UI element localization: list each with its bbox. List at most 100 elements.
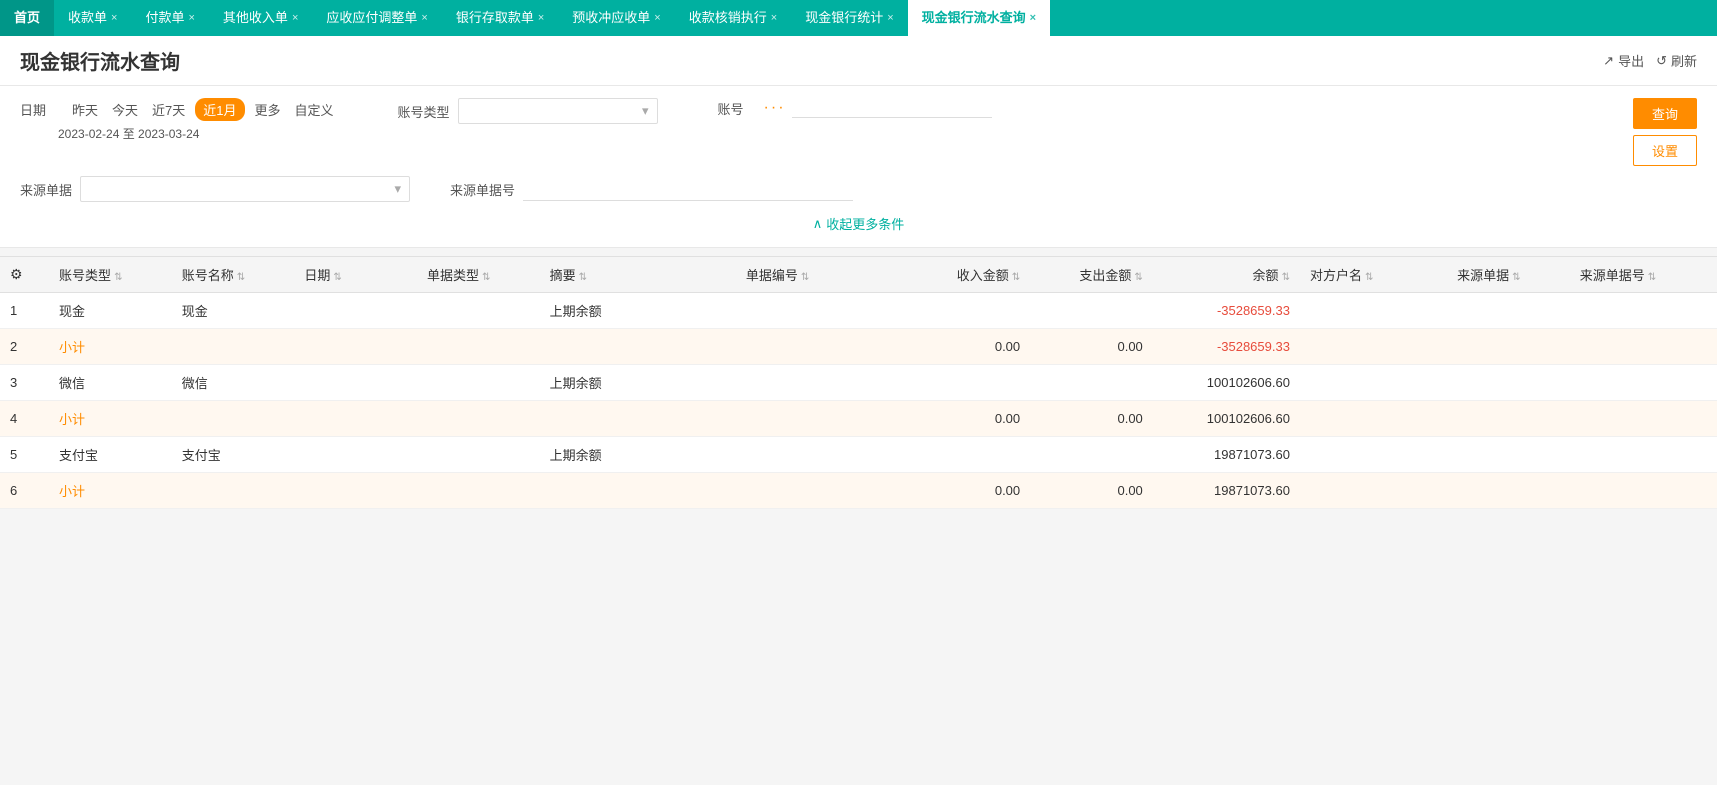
sort-icon[interactable]: ⇅ <box>1512 272 1520 283</box>
balance-cell: -3528659.33 <box>1153 293 1300 329</box>
table-body: 1 现金 现金 上期余额 -3528659.33 2 小计 0.00 0.00 … <box>0 293 1717 509</box>
nav-item-yingshouyingfu[interactable]: 应收应付调整单 × <box>312 0 441 36</box>
table-row[interactable]: 5 支付宝 支付宝 上期余额 19871073.60 <box>0 437 1717 473</box>
table-row[interactable]: 1 现金 现金 上期余额 -3528659.33 <box>0 293 1717 329</box>
close-icon[interactable]: × <box>887 0 893 36</box>
col-summary: 摘要⇅ <box>540 257 736 293</box>
acct-type-select[interactable]: ▾ <box>458 98 658 124</box>
query-button[interactable]: 查询 <box>1633 98 1697 129</box>
row-number: 1 <box>0 293 49 329</box>
nav-item-xianjintongji[interactable]: 现金银行统计 × <box>791 0 907 36</box>
sort-icon[interactable]: ⇅ <box>114 272 122 283</box>
sort-icon[interactable]: ⇅ <box>1012 272 1020 283</box>
nav-home[interactable]: 首页 <box>0 0 54 36</box>
date-btn-yesterday[interactable]: 昨天 <box>68 98 102 121</box>
sort-icon[interactable]: ⇅ <box>579 272 587 283</box>
export-button[interactable]: ↗ 导出 <box>1603 51 1644 70</box>
acct-type-cell: 小计 <box>49 329 172 365</box>
src-doc-no-cell <box>1570 473 1717 509</box>
summary-cell <box>540 401 736 437</box>
src-doc-no-cell <box>1570 329 1717 365</box>
nav-item-liushui[interactable]: 现金银行流水查询 × <box>908 0 1050 36</box>
src-doc-cell <box>1447 329 1570 365</box>
row-number: 5 <box>0 437 49 473</box>
table-row[interactable]: 4 小计 0.00 0.00 100102606.60 <box>0 401 1717 437</box>
date-cell <box>294 401 417 437</box>
acct-name-cell: 微信 <box>172 365 295 401</box>
col-acct-name: 账号名称⇅ <box>172 257 295 293</box>
nav-item-shoukuanzhixing[interactable]: 收款核销执行 × <box>675 0 791 36</box>
col-src-doc-no: 来源单据号⇅ <box>1570 257 1717 293</box>
date-btn-1month[interactable]: 近1月 <box>195 98 244 121</box>
collapse-bar[interactable]: ∧ 收起更多条件 <box>20 210 1697 235</box>
date-btn-today[interactable]: 今天 <box>108 98 142 121</box>
expense-cell <box>1030 437 1153 473</box>
date-btn-7days[interactable]: 近7天 <box>148 98 189 121</box>
nav-item-shoukuandan[interactable]: 收款单 × <box>54 0 131 36</box>
acct-type-cell: 微信 <box>49 365 172 401</box>
table-header-row: ⚙ 账号类型⇅ 账号名称⇅ 日期⇅ 单据类型⇅ 摘要⇅ 单据编号 <box>0 257 1717 293</box>
src-doc-select[interactable]: ▾ <box>80 176 410 202</box>
col-expense: 支出金额⇅ <box>1030 257 1153 293</box>
src-doc-cell <box>1447 401 1570 437</box>
expense-cell: 0.00 <box>1030 473 1153 509</box>
date-btn-more[interactable]: 更多 <box>251 98 285 121</box>
close-icon[interactable]: × <box>654 0 660 36</box>
close-icon[interactable]: × <box>111 0 117 36</box>
row-number: 3 <box>0 365 49 401</box>
close-icon[interactable]: × <box>292 0 298 36</box>
src-doc-cell <box>1447 473 1570 509</box>
sort-icon[interactable]: ⇅ <box>1648 272 1656 283</box>
income-cell <box>908 293 1031 329</box>
date-btn-custom[interactable]: 自定义 <box>291 98 338 121</box>
counterpart-cell <box>1300 401 1447 437</box>
doc-type-cell <box>417 473 540 509</box>
sort-icon[interactable]: ⇅ <box>1134 272 1142 283</box>
nav-item-qitashouru[interactable]: 其他收入单 × <box>209 0 312 36</box>
src-doc-no-label: 来源单据号 <box>450 180 515 199</box>
sort-icon[interactable]: ⇅ <box>333 272 341 283</box>
acct-type-cell: 小计 <box>49 473 172 509</box>
sort-icon[interactable]: ⇅ <box>482 272 490 283</box>
close-icon[interactable]: × <box>421 0 427 36</box>
src-doc-no-input[interactable] <box>523 177 853 201</box>
acct-no-input[interactable] <box>792 98 992 118</box>
sort-icon[interactable]: ⇅ <box>237 272 245 283</box>
sort-icon[interactable]: ⇅ <box>801 272 809 283</box>
date-cell <box>294 365 417 401</box>
col-counterpart: 对方户名⇅ <box>1300 257 1447 293</box>
chevron-up-icon: ∧ <box>813 216 823 232</box>
col-date: 日期⇅ <box>294 257 417 293</box>
expense-cell: 0.00 <box>1030 401 1153 437</box>
counterpart-cell <box>1300 437 1447 473</box>
sort-icon[interactable]: ⇅ <box>1365 272 1373 283</box>
income-cell: 0.00 <box>908 329 1031 365</box>
nav-item-yinhangcunqu[interactable]: 银行存取款单 × <box>442 0 558 36</box>
doc-type-cell <box>417 437 540 473</box>
close-icon[interactable]: × <box>1030 0 1036 36</box>
table-row[interactable]: 6 小计 0.00 0.00 19871073.60 <box>0 473 1717 509</box>
col-doc-no: 单据编号⇅ <box>736 257 908 293</box>
filter-area: 日期 昨天 今天 近7天 近1月 更多 自定义 2023-02-24 至 202… <box>0 86 1717 248</box>
counterpart-cell <box>1300 329 1447 365</box>
table-row[interactable]: 2 小计 0.00 0.00 -3528659.33 <box>0 329 1717 365</box>
close-icon[interactable]: × <box>188 0 194 36</box>
gear-icon[interactable]: ⚙ <box>10 266 23 282</box>
acct-name-cell: 现金 <box>172 293 295 329</box>
summary-cell: 上期余额 <box>540 437 736 473</box>
refresh-button[interactable]: ↺ 刷新 <box>1656 51 1697 70</box>
sort-icon[interactable]: ⇅ <box>1282 272 1290 283</box>
table-row[interactable]: 3 微信 微信 上期余额 100102606.60 <box>0 365 1717 401</box>
nav-item-yushoubiao[interactable]: 预收冲应收单 × <box>558 0 674 36</box>
settings-button[interactable]: 设置 <box>1633 135 1697 166</box>
balance-cell: 19871073.60 <box>1153 473 1300 509</box>
nav-item-fukuandan[interactable]: 付款单 × <box>131 0 208 36</box>
src-doc-no-cell <box>1570 365 1717 401</box>
acct-name-cell <box>172 401 295 437</box>
acct-no-dots-button[interactable]: ··· <box>764 99 786 117</box>
close-icon[interactable]: × <box>538 0 544 36</box>
date-cell <box>294 473 417 509</box>
close-icon[interactable]: × <box>771 0 777 36</box>
doc-no-cell <box>736 293 908 329</box>
date-cell <box>294 329 417 365</box>
